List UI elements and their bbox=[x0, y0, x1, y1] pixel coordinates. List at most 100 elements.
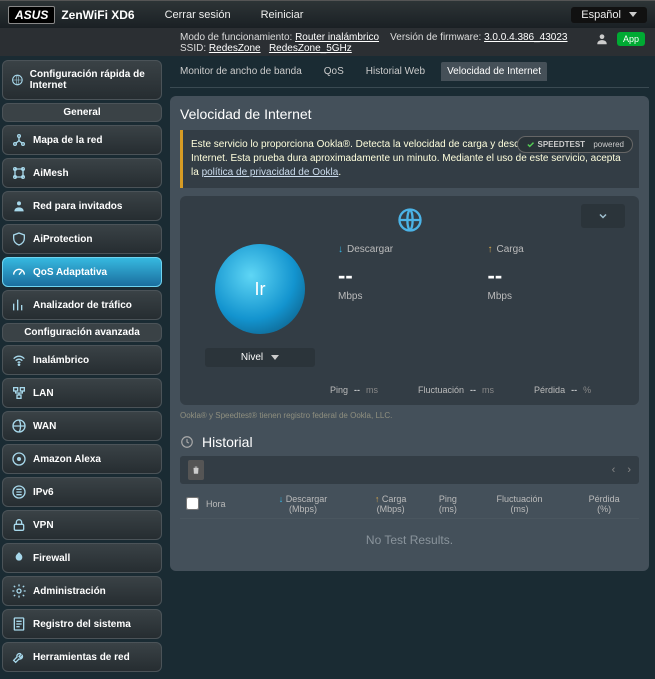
no-results: No Test Results. bbox=[180, 519, 639, 562]
logout-button[interactable]: Cerrar sesión bbox=[165, 9, 231, 21]
shield-icon bbox=[11, 231, 27, 247]
sidebar-item-admin[interactable]: Administración bbox=[2, 576, 162, 606]
user-icon[interactable] bbox=[595, 32, 609, 46]
log-icon bbox=[11, 616, 27, 632]
sidebar-item-vpn[interactable]: VPN bbox=[2, 510, 162, 540]
ookla-policy-link[interactable]: política de privacidad de Ookla bbox=[202, 167, 339, 178]
wifi-icon bbox=[11, 352, 27, 368]
chevron-down-icon bbox=[271, 355, 279, 360]
upload-unit: Mbps bbox=[488, 291, 622, 302]
sidebar-section-advanced: Configuración avanzada bbox=[2, 323, 162, 342]
app-button[interactable]: App bbox=[617, 32, 645, 46]
loss-value: -- bbox=[571, 385, 577, 395]
upload-icon: ↑ bbox=[488, 244, 493, 255]
download-label: Descargar bbox=[347, 244, 393, 255]
sidebar-label: Amazon Alexa bbox=[33, 454, 101, 465]
ssid-label: SSID: bbox=[180, 43, 206, 54]
sidebar-label: Configuración rápida de Internet bbox=[30, 69, 153, 91]
lan-icon bbox=[11, 385, 27, 401]
sidebar-label: VPN bbox=[33, 520, 54, 531]
loss-label: Pérdida bbox=[534, 385, 565, 395]
ssid1-link[interactable]: RedesZone bbox=[209, 43, 261, 54]
prev-page[interactable]: ‹ bbox=[612, 464, 616, 476]
sidebar-item-wireless[interactable]: Inalámbrico bbox=[2, 345, 162, 375]
sidebar-item-traffic[interactable]: Analizador de tráfico bbox=[2, 290, 162, 320]
mode-label: Modo de funcionamiento: bbox=[180, 32, 292, 43]
sidebar-item-network-map[interactable]: Mapa de la red bbox=[2, 125, 162, 155]
ping-label: Ping bbox=[330, 385, 348, 395]
sidebar-item-aiprotection[interactable]: AiProtection bbox=[2, 224, 162, 254]
tab-bar: Monitor de ancho de banda QoS Historial … bbox=[170, 56, 649, 88]
sidebar-item-firewall[interactable]: Firewall bbox=[2, 543, 162, 573]
sidebar-item-syslog[interactable]: Registro del sistema bbox=[2, 609, 162, 639]
sidebar-item-guest[interactable]: Red para invitados bbox=[2, 191, 162, 221]
col-download: ↓ Descargar(Mbps) bbox=[251, 490, 356, 519]
alexa-icon bbox=[11, 451, 27, 467]
level-label: Nivel bbox=[241, 352, 263, 363]
gear-globe-icon bbox=[11, 72, 24, 88]
firewall-icon bbox=[11, 550, 27, 566]
fw-link[interactable]: 3.0.0.4.386_43023 bbox=[484, 32, 567, 43]
col-jitter: Fluctuación(ms) bbox=[470, 490, 570, 519]
ping-unit: ms bbox=[366, 385, 378, 395]
sidebar-section-general: General bbox=[2, 103, 162, 122]
reboot-button[interactable]: Reiniciar bbox=[261, 9, 304, 21]
chevron-down-icon bbox=[629, 12, 637, 17]
upload-value: -- bbox=[488, 263, 622, 289]
guest-icon bbox=[11, 198, 27, 214]
go-button[interactable]: Ir bbox=[215, 244, 305, 334]
sidebar: Configuración rápida de Internet General… bbox=[0, 56, 164, 679]
speed-panel: Velocidad de Internet Este servicio lo p… bbox=[170, 96, 649, 571]
sidebar-label: WAN bbox=[33, 421, 56, 432]
sidebar-item-nettools[interactable]: Herramientas de red bbox=[2, 642, 162, 672]
sidebar-label: Herramientas de red bbox=[33, 652, 130, 663]
sidebar-label: QoS Adaptativa bbox=[33, 267, 107, 278]
sidebar-label: LAN bbox=[33, 388, 54, 399]
ookla-footer: Ookla® y Speedtest® tienen registro fede… bbox=[180, 411, 639, 420]
sidebar-label: Mapa de la red bbox=[33, 135, 102, 146]
upload-label: Carga bbox=[497, 244, 524, 255]
sidebar-label: Firewall bbox=[33, 553, 70, 564]
tab-bandwidth[interactable]: Monitor de ancho de banda bbox=[174, 62, 308, 81]
tab-speed[interactable]: Velocidad de Internet bbox=[441, 62, 547, 81]
sidebar-label: Administración bbox=[33, 586, 106, 597]
sidebar-label: Red para invitados bbox=[33, 201, 122, 212]
tab-web-history[interactable]: Historial Web bbox=[360, 62, 431, 81]
mesh-icon bbox=[11, 165, 27, 181]
vpn-icon bbox=[11, 517, 27, 533]
sidebar-item-ipv6[interactable]: IPv6 bbox=[2, 477, 162, 507]
col-upload: ↑ Carga(Mbps) bbox=[355, 490, 426, 519]
language-selector[interactable]: Español bbox=[571, 7, 647, 23]
download-unit: Mbps bbox=[338, 291, 472, 302]
history-icon bbox=[180, 435, 194, 449]
server-select[interactable] bbox=[581, 204, 625, 228]
select-all-checkbox[interactable] bbox=[186, 497, 199, 510]
model-name: ZenWiFi XD6 bbox=[61, 8, 134, 22]
jitter-label: Fluctuación bbox=[418, 385, 464, 395]
check-icon bbox=[526, 140, 535, 149]
ssid2-link[interactable]: RedesZone_5GHz bbox=[269, 43, 352, 54]
sidebar-item-wan[interactable]: WAN bbox=[2, 411, 162, 441]
delete-button[interactable] bbox=[188, 460, 204, 480]
brand-logo: ASUS bbox=[8, 6, 55, 24]
chevron-down-icon bbox=[597, 210, 609, 222]
sidebar-label: IPv6 bbox=[33, 487, 54, 498]
history-toolbar: ‹ › bbox=[180, 456, 639, 484]
sidebar-item-qos[interactable]: QoS Adaptativa bbox=[2, 257, 162, 287]
level-selector[interactable]: Nivel bbox=[205, 348, 315, 367]
download-icon: ↓ bbox=[338, 244, 343, 255]
mode-link[interactable]: Router inalámbrico bbox=[295, 32, 379, 43]
speedtest-badge: SPEEDTEST powered bbox=[517, 136, 634, 153]
col-loss: Pérdida(%) bbox=[569, 490, 639, 519]
next-page[interactable]: › bbox=[627, 464, 631, 476]
jitter-value: -- bbox=[470, 385, 476, 395]
col-time: Hora bbox=[204, 490, 251, 519]
history-table: Hora ↓ Descargar(Mbps) ↑ Carga(Mbps) Pin… bbox=[180, 490, 639, 561]
sidebar-item-aimesh[interactable]: AiMesh bbox=[2, 158, 162, 188]
sidebar-item-alexa[interactable]: Amazon Alexa bbox=[2, 444, 162, 474]
globe-icon bbox=[396, 206, 424, 234]
sidebar-item-lan[interactable]: LAN bbox=[2, 378, 162, 408]
tab-qos[interactable]: QoS bbox=[318, 62, 350, 81]
col-ping: Ping(ms) bbox=[426, 490, 470, 519]
sidebar-item-quick-setup[interactable]: Configuración rápida de Internet bbox=[2, 60, 162, 100]
